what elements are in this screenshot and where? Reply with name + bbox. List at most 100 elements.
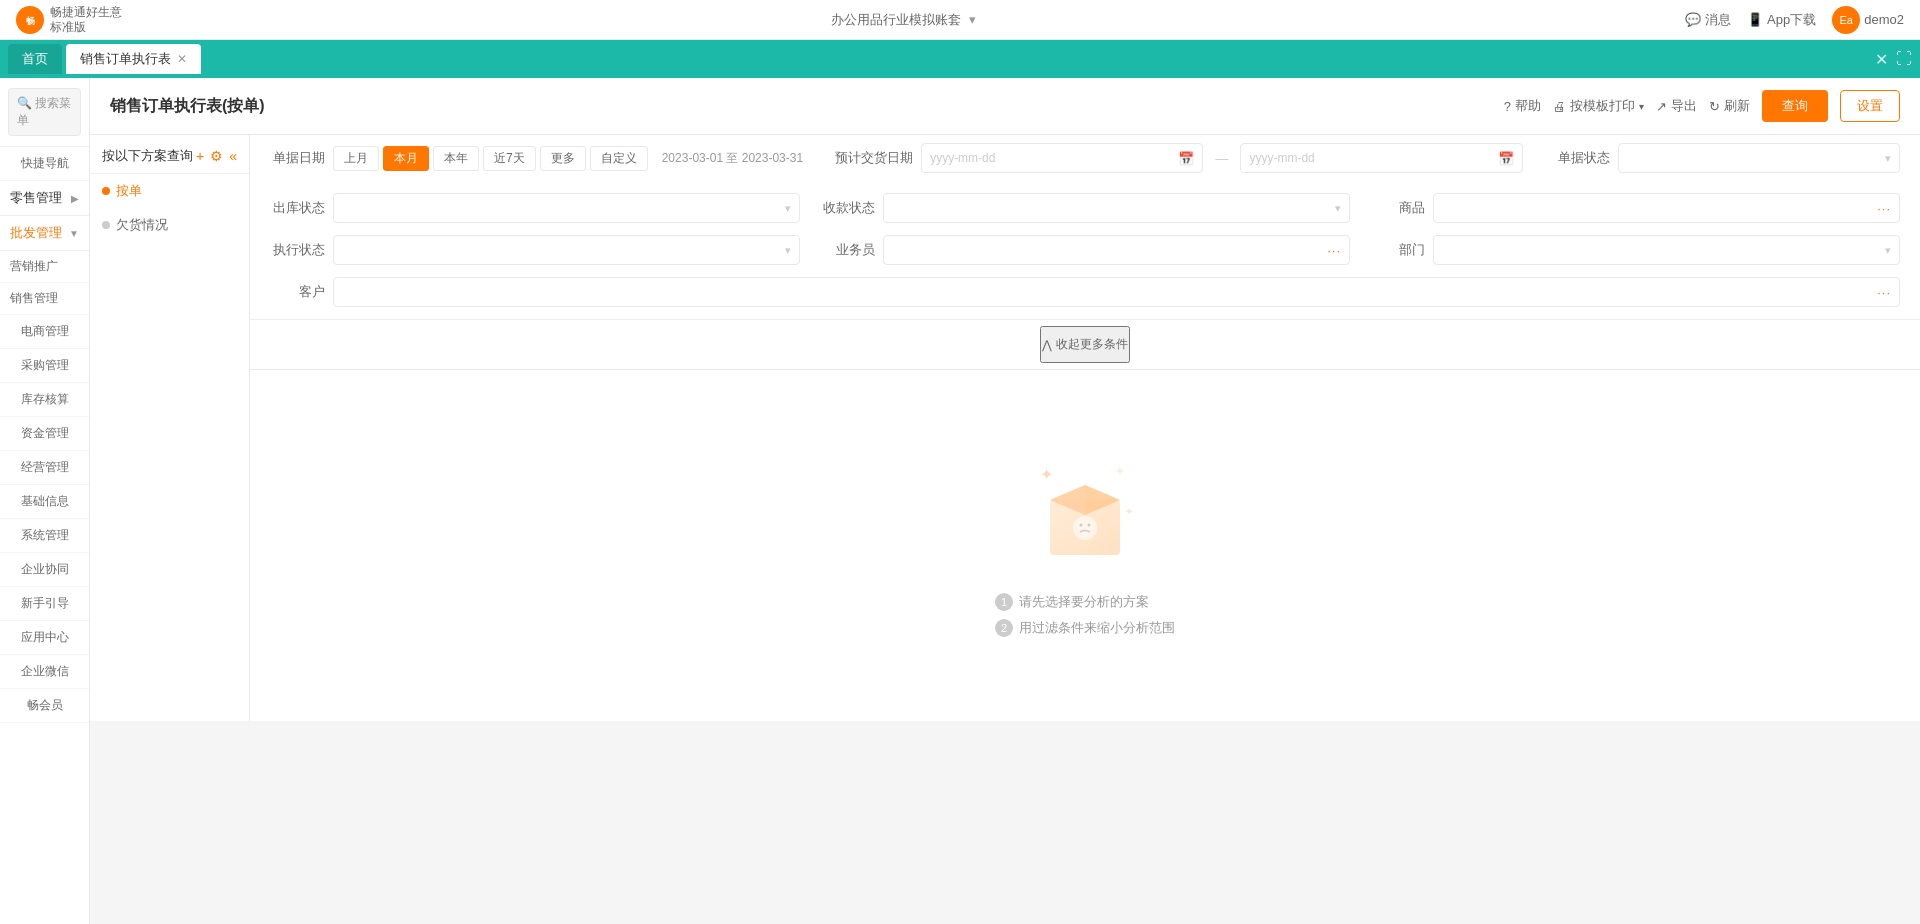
breadcrumb-arrow-icon[interactable]: ▾ [969,12,976,27]
main-layout: 🔍 搜索菜单 快捷导航 零售管理 ▶ 批发管理 ▼ 营销推广 销售管理 电商管理… [0,78,1920,924]
status-select[interactable]: ▾ [1618,143,1900,173]
add-scheme-icon[interactable]: + [196,148,204,164]
help-btn[interactable]: ? 帮助 [1504,97,1541,115]
retail-arrow-icon: ▶ [71,193,79,204]
this-month-btn[interactable]: 本月 [383,146,429,171]
svg-point-11 [1088,524,1091,527]
receipt-status-filter: 收款状态 ▾ [820,193,1350,223]
sidebar-item-marketing[interactable]: 营销推广 [0,251,89,283]
fullscreen-icon[interactable]: ⛶ [1896,50,1912,68]
tab-bar: 首页 销售订单执行表 ✕ ✕ ⛶ [0,40,1920,78]
salesperson-input[interactable]: ··· [883,235,1350,265]
scheme-item-arrears[interactable]: 欠货情况 [90,208,249,242]
sidebar-item-app-center[interactable]: 应用中心 [0,621,89,655]
top-bar-left: 畅 畅捷通好生意 标准版 [16,5,122,34]
page-title-row: 销售订单执行表(按单) ? 帮助 🖨 按模板打印 ▾ ↗ 导出 [110,90,1900,122]
status-arrow-icon: ▾ [1885,152,1891,165]
sidebar-item-wholesale[interactable]: 批发管理 ▼ [0,216,89,251]
goods-label: 商品 [1370,199,1425,217]
out-status-select[interactable]: ▾ [333,193,800,223]
status-label: 单据状态 [1555,149,1610,167]
print-arrow-icon: ▾ [1639,101,1644,112]
out-status-label: 出库状态 [270,199,325,217]
expected-delivery-label: 预计交货日期 [835,149,913,167]
collapse-chevron-icon: ⋀ [1042,338,1052,352]
sidebar-item-enterprise-wechat[interactable]: 企业微信 [0,655,89,689]
arrears-icon [102,221,110,229]
sidebar-item-inventory[interactable]: 库存核算 [0,383,89,417]
panel-left-header: 按以下方案查询 + ⚙ « [90,147,249,174]
page-title: 销售订单执行表(按单) [110,96,265,117]
close-window-icon[interactable]: ✕ [1875,50,1888,69]
expected-date-to[interactable]: yyyy-mm-dd 📅 [1240,143,1522,173]
this-year-btn[interactable]: 本年 [433,146,479,171]
sales-order-tab-label: 销售订单执行表 [80,50,171,68]
sidebar-item-retail[interactable]: 零售管理 ▶ [0,181,89,216]
sidebar-item-sales-mgmt[interactable]: 销售管理 [0,283,89,315]
sidebar-item-operations[interactable]: 经营管理 [0,451,89,485]
goods-more-icon: ··· [1877,201,1891,216]
svg-text:✦: ✦ [1125,506,1133,517]
more-dates-btn[interactable]: 更多 [540,146,586,171]
expected-date-from[interactable]: yyyy-mm-dd 📅 [921,143,1203,173]
export-btn[interactable]: ↗ 导出 [1656,97,1697,115]
sidebar-item-member[interactable]: 畅会员 [0,689,89,723]
collapse-filters-btn[interactable]: ⋀ 收起更多条件 [1040,326,1130,363]
top-bar-breadcrumb[interactable]: 办公用品行业模拟账套 ▾ [831,11,976,29]
sidebar-item-ecommerce[interactable]: 电商管理 [0,315,89,349]
out-status-arrow-icon: ▾ [785,202,791,215]
date-btn-group: 上月 本月 本年 近7天 更多 自定义 [333,146,648,171]
collapse-row: ⋀ 收起更多条件 [250,319,1920,369]
svg-text:✦: ✦ [1040,466,1053,483]
sidebar-item-enterprise-collab[interactable]: 企业协同 [0,553,89,587]
help-icon: ? [1504,99,1511,114]
empty-state: ✦ ✦ ✦ 1 请先选择要分析的方案 [250,370,1920,721]
customer-label: 客户 [270,283,325,301]
print-icon: 🖨 [1553,99,1566,114]
scheme-dot-icon [102,187,110,195]
goods-filter: 商品 ··· [1370,193,1900,223]
user-menu[interactable]: Ea demo2 [1832,6,1904,34]
sidebar-item-quick-nav[interactable]: 快捷导航 [0,147,89,181]
customer-filter-row: 客户 ··· [250,277,1920,315]
export-icon: ↗ [1656,99,1667,114]
sidebar-item-base-info[interactable]: 基础信息 [0,485,89,519]
sidebar-item-new-guide[interactable]: 新手引导 [0,587,89,621]
exec-status-filter: 执行状态 ▾ [270,235,800,265]
collapse-panel-icon[interactable]: « [229,148,237,164]
template-print-btn[interactable]: 🖨 按模板打印 ▾ [1553,97,1644,115]
search-menu-btn[interactable]: 🔍 搜索菜单 [8,88,81,136]
sidebar-item-system[interactable]: 系统管理 [0,519,89,553]
content-area: 销售订单执行表(按单) ? 帮助 🖨 按模板打印 ▾ ↗ 导出 [90,78,1920,924]
last-7-days-btn[interactable]: 近7天 [483,146,536,171]
search-button[interactable]: 查询 [1762,90,1828,122]
salesperson-more-icon: ··· [1327,243,1341,258]
left-panel: 按以下方案查询 + ⚙ « 按单 欠货情况 [90,135,250,721]
filter-grid-row2: 执行状态 ▾ 业务员 ··· [250,235,1920,277]
date-separator: — [1211,151,1232,166]
sidebar-item-purchase[interactable]: 采购管理 [0,349,89,383]
dept-select[interactable]: ▾ [1433,235,1900,265]
exec-status-select[interactable]: ▾ [333,235,800,265]
tab-close-icon[interactable]: ✕ [177,52,187,66]
receipt-status-select[interactable]: ▾ [883,193,1350,223]
app-download-btn[interactable]: 📱 App下载 [1747,11,1816,29]
logo-area: 畅 畅捷通好生意 标准版 [16,5,122,34]
settings-button[interactable]: 设置 [1840,90,1900,122]
panel-left-icons: + ⚙ « [196,148,237,164]
last-month-btn[interactable]: 上月 [333,146,379,171]
svg-text:✦: ✦ [1115,464,1125,478]
tab-home[interactable]: 首页 [8,44,62,74]
sidebar-item-finance[interactable]: 资金管理 [0,417,89,451]
message-btn[interactable]: 💬 消息 [1685,11,1731,29]
wholesale-arrow-icon: ▼ [69,228,79,239]
customer-input[interactable]: ··· [333,277,1900,307]
scheme-item-sales-order[interactable]: 按单 [90,174,249,208]
tab-sales-order[interactable]: 销售订单执行表 ✕ [66,44,201,74]
salesperson-label: 业务员 [820,241,875,259]
custom-date-btn[interactable]: 自定义 [590,146,648,171]
settings-scheme-icon[interactable]: ⚙ [210,148,223,164]
panel-left-title: 按以下方案查询 [102,147,193,165]
goods-input[interactable]: ··· [1433,193,1900,223]
refresh-btn[interactable]: ↻ 刷新 [1709,97,1750,115]
